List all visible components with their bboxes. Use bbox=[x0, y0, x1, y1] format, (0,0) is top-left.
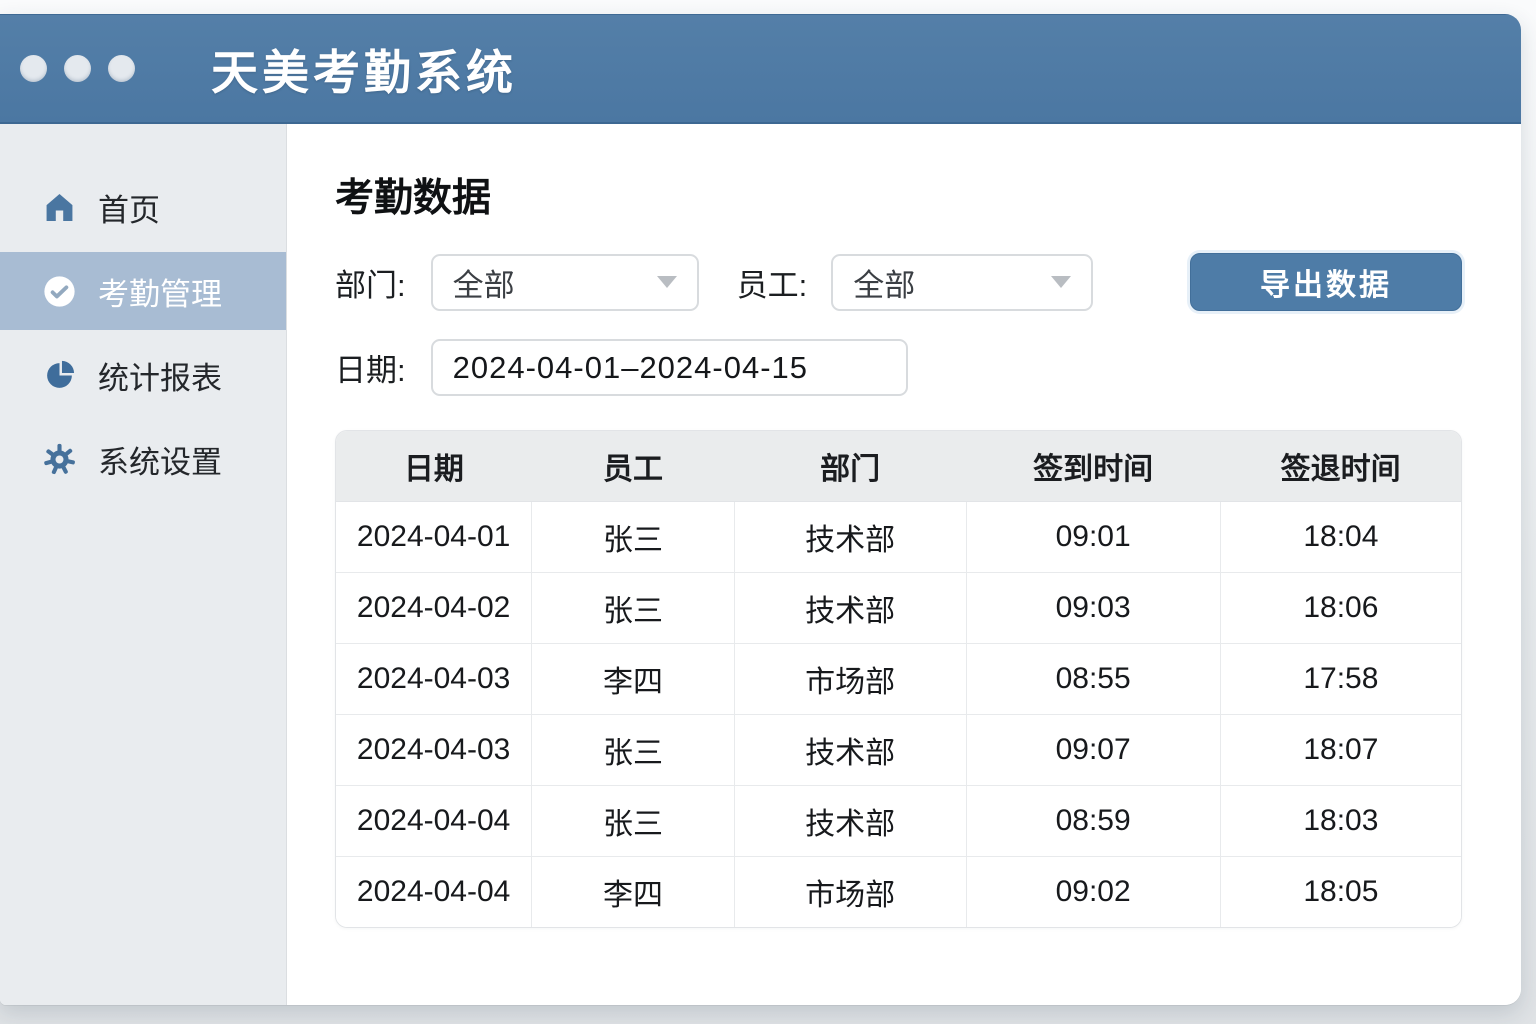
chevron-down-icon bbox=[656, 276, 677, 288]
table-row: 2024-04-01 张三 技术部 09:01 18:04 bbox=[336, 501, 1461, 572]
attendance-table-card: 日期 员工 部门 签到时间 签退时间 2024-04-01 张三 技术部 09: bbox=[335, 430, 1462, 928]
date-label: 日期: bbox=[335, 353, 406, 388]
home-icon bbox=[42, 190, 76, 224]
cell-checkin: 09:07 bbox=[966, 713, 1221, 785]
employee-label: 员工: bbox=[736, 267, 808, 303]
app-window: 天美考勤系统 首页 考勤管理 统计报表 系统设置 考勤数据 部门: 全部 员工:… bbox=[0, 14, 1521, 1005]
filter-row-2: 日期: bbox=[335, 339, 1462, 396]
window-control-dot-2[interactable] bbox=[64, 55, 91, 82]
window-control-dot-1[interactable] bbox=[20, 55, 47, 82]
department-select[interactable]: 全部 bbox=[430, 253, 699, 311]
cell-employee: 李四 bbox=[531, 642, 735, 714]
column-header-employee: 员工 bbox=[531, 431, 735, 502]
department-select-value: 全部 bbox=[452, 267, 515, 303]
app-title: 天美考勤系统 bbox=[211, 46, 517, 99]
column-header-checkout: 签退时间 bbox=[1220, 431, 1461, 502]
check-circle-icon bbox=[42, 274, 76, 308]
window-controls bbox=[20, 55, 135, 82]
window-control-dot-3[interactable] bbox=[108, 55, 135, 82]
cell-checkout: 18:07 bbox=[1220, 713, 1461, 785]
export-data-button[interactable]: 导出数据 bbox=[1190, 253, 1462, 311]
sidebar-item-label: 统计报表 bbox=[98, 360, 222, 396]
column-header-date: 日期 bbox=[336, 431, 532, 502]
table-row: 2024-04-04 李四 市场部 09:02 18:05 bbox=[336, 855, 1461, 927]
cell-checkout: 17:58 bbox=[1220, 642, 1461, 714]
cell-employee: 张三 bbox=[531, 501, 735, 572]
cell-employee: 张三 bbox=[531, 571, 735, 643]
date-range-input[interactable] bbox=[430, 339, 908, 396]
sidebar-item-settings[interactable]: 系统设置 bbox=[0, 420, 286, 498]
table-row: 2024-04-04 张三 技术部 08:59 18:03 bbox=[336, 784, 1461, 856]
cell-date: 2024-04-03 bbox=[336, 642, 533, 714]
table-row: 2024-04-02 张三 技术部 09:03 18:06 bbox=[336, 571, 1461, 643]
sidebar-item-label: 系统设置 bbox=[98, 444, 222, 480]
cell-checkin: 09:03 bbox=[966, 571, 1221, 643]
cell-checkin: 08:59 bbox=[966, 784, 1221, 856]
cell-checkin: 09:01 bbox=[966, 501, 1221, 572]
cell-date: 2024-04-01 bbox=[336, 501, 533, 572]
table-row: 2024-04-03 张三 技术部 09:07 18:07 bbox=[336, 713, 1461, 785]
column-header-department: 部门 bbox=[734, 431, 966, 502]
employee-select-value: 全部 bbox=[853, 267, 916, 303]
sidebar-item-attendance[interactable]: 考勤管理 bbox=[0, 252, 286, 330]
cell-department: 技术部 bbox=[734, 713, 967, 785]
cell-checkout: 18:06 bbox=[1220, 571, 1461, 643]
cell-checkout: 18:05 bbox=[1220, 855, 1461, 927]
cell-date: 2024-04-03 bbox=[336, 713, 533, 785]
employee-select[interactable]: 全部 bbox=[831, 253, 1094, 311]
chevron-down-icon bbox=[1051, 276, 1072, 288]
cell-checkin: 08:55 bbox=[966, 642, 1221, 714]
cell-date: 2024-04-04 bbox=[336, 855, 533, 927]
filter-row-1: 部门: 全部 员工: 全部 导出数据 bbox=[335, 253, 1462, 311]
table-header-row: 日期 员工 部门 签到时间 签退时间 bbox=[336, 431, 1461, 502]
sidebar-item-label: 首页 bbox=[98, 192, 160, 228]
attendance-table: 日期 员工 部门 签到时间 签退时间 2024-04-01 张三 技术部 09: bbox=[336, 431, 1461, 927]
cell-date: 2024-04-04 bbox=[336, 784, 533, 856]
cell-checkin: 09:02 bbox=[966, 855, 1221, 927]
cell-date: 2024-04-02 bbox=[336, 571, 533, 643]
cell-employee: 张三 bbox=[531, 713, 735, 785]
sidebar: 首页 考勤管理 统计报表 系统设置 bbox=[0, 124, 287, 1005]
sidebar-item-home[interactable]: 首页 bbox=[0, 168, 286, 246]
department-label: 部门: bbox=[335, 267, 406, 303]
cell-employee: 李四 bbox=[531, 855, 735, 927]
cell-checkout: 18:04 bbox=[1220, 501, 1461, 572]
cell-checkout: 18:03 bbox=[1220, 784, 1461, 856]
page-title: 考勤数据 bbox=[335, 177, 492, 220]
cell-department: 技术部 bbox=[734, 571, 967, 643]
sidebar-item-label: 考勤管理 bbox=[98, 276, 222, 312]
cell-department: 技术部 bbox=[734, 501, 967, 572]
cell-department: 技术部 bbox=[734, 784, 967, 856]
main-content: 考勤数据 部门: 全部 员工: 全部 导出数据 日期: 2024-04-01–2… bbox=[287, 124, 1521, 1005]
cell-employee: 张三 bbox=[531, 784, 735, 856]
cell-department: 市场部 bbox=[734, 855, 967, 927]
sidebar-item-reports[interactable]: 统计报表 bbox=[0, 336, 286, 414]
cell-department: 市场部 bbox=[734, 642, 967, 714]
titlebar: 天美考勤系统 bbox=[0, 14, 1521, 124]
pie-chart-icon bbox=[42, 358, 76, 392]
table-row: 2024-04-03 李四 市场部 08:55 17:58 bbox=[336, 642, 1461, 714]
column-header-checkin: 签到时间 bbox=[966, 431, 1221, 502]
gear-icon bbox=[42, 442, 76, 476]
